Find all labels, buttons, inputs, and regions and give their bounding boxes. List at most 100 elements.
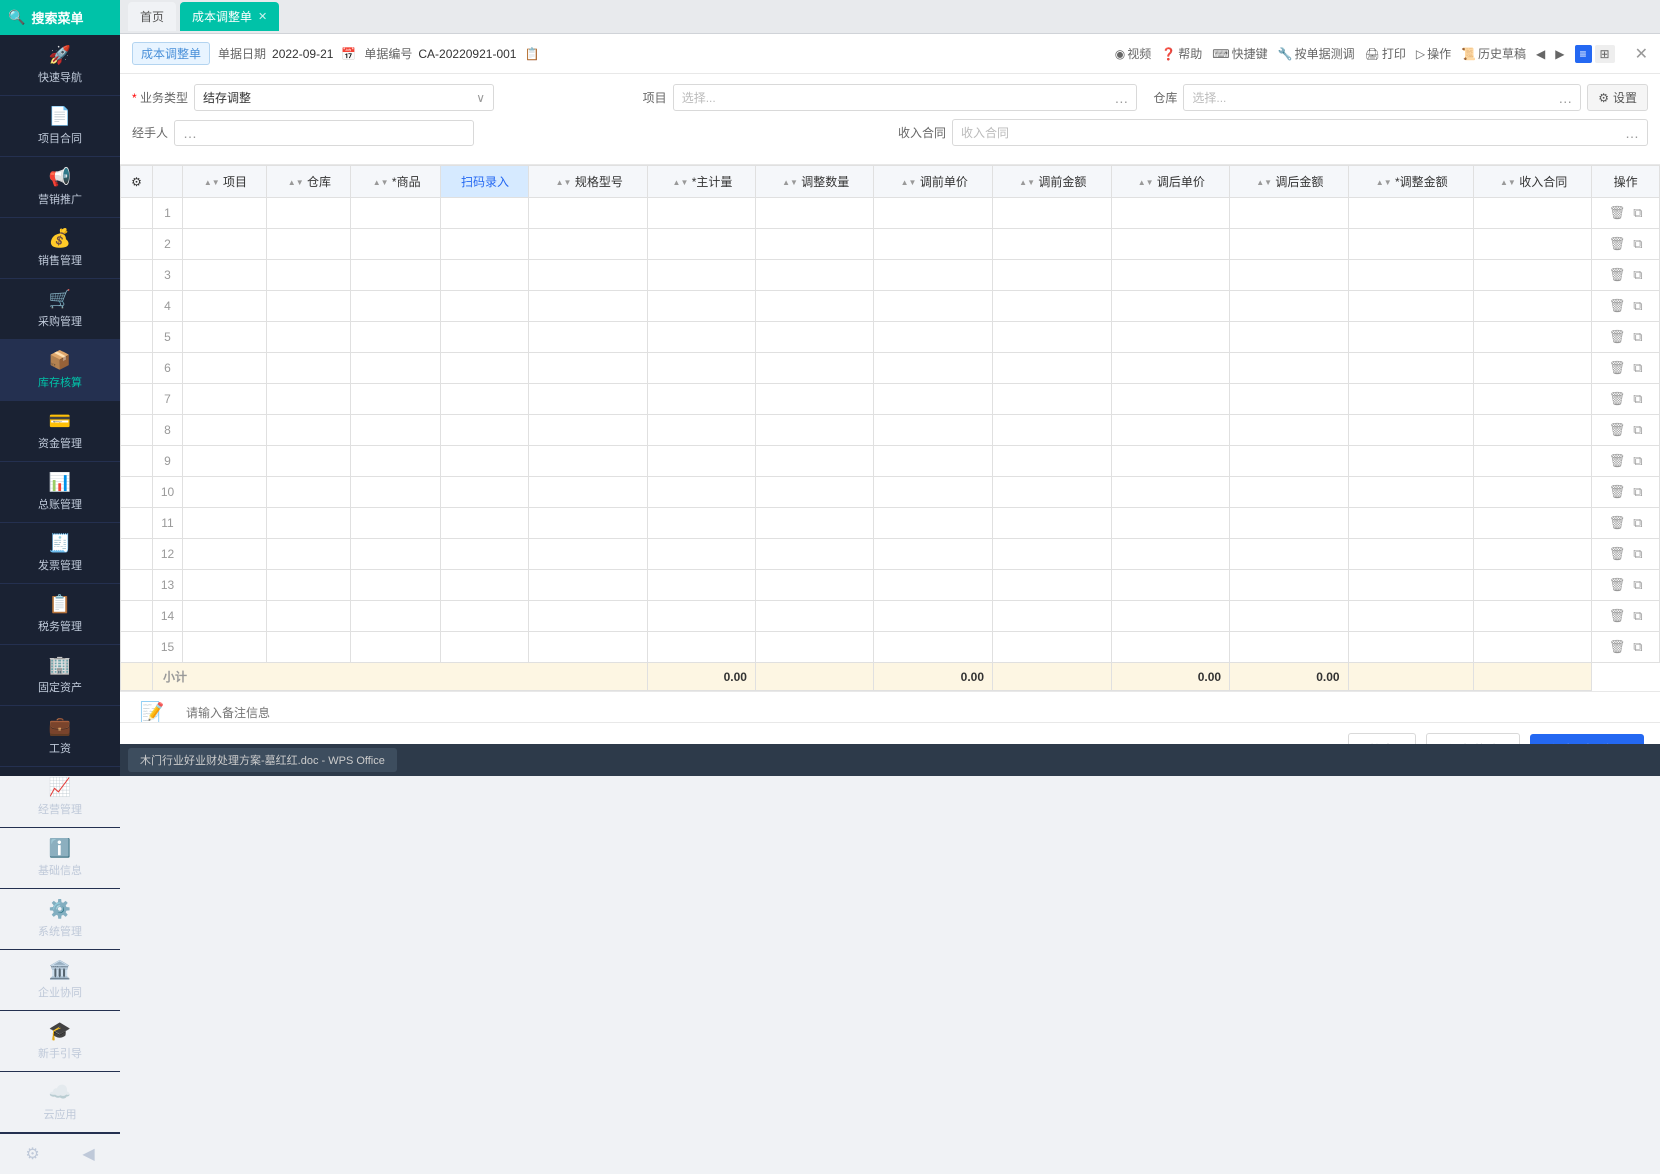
row-adjust-amount[interactable] [1348, 353, 1473, 384]
window-close-btn[interactable]: ✕ [1635, 44, 1648, 64]
row-after-amount[interactable] [1230, 229, 1349, 260]
col-adjust-qty[interactable]: ▲▼ 调整数量 [755, 166, 874, 198]
row-goods[interactable] [350, 570, 441, 601]
col-unit[interactable]: ▲▼ *主计量 [648, 166, 756, 198]
row-after-price[interactable] [1111, 291, 1230, 322]
row-income-contract[interactable] [1473, 477, 1592, 508]
row-scan[interactable] [441, 632, 529, 663]
row-income-contract[interactable] [1473, 508, 1592, 539]
row-adjust-amount[interactable] [1348, 539, 1473, 570]
row-after-price[interactable] [1111, 632, 1230, 663]
biz-type-input[interactable]: 结存调整 ∨ [194, 84, 494, 111]
sidebar-item-sys-settings[interactable]: ⚙️ 系统管理 [0, 889, 120, 950]
copy-icon[interactable]: ⧉ [1631, 575, 1644, 595]
row-after-amount[interactable] [1230, 260, 1349, 291]
row-warehouse[interactable] [266, 601, 350, 632]
row-after-price[interactable] [1111, 353, 1230, 384]
row-before-amount[interactable] [993, 570, 1112, 601]
row-after-price[interactable] [1111, 601, 1230, 632]
row-warehouse[interactable] [266, 539, 350, 570]
row-scan[interactable] [441, 539, 529, 570]
sidebar-item-capital-mgmt[interactable]: 💳 资金管理 [0, 401, 120, 462]
row-scan[interactable] [441, 353, 529, 384]
sidebar-item-enterprise[interactable]: 🏛️ 企业协同 [0, 950, 120, 1011]
row-before-price[interactable] [874, 415, 993, 446]
row-adjust-amount[interactable] [1348, 415, 1473, 446]
sidebar-item-tax-mgmt[interactable]: 📋 税务管理 [0, 584, 120, 645]
row-unit[interactable] [648, 508, 756, 539]
row-income-contract[interactable] [1473, 570, 1592, 601]
row-adjust-qty[interactable] [755, 508, 874, 539]
row-after-price[interactable] [1111, 570, 1230, 601]
row-unit[interactable] [648, 601, 756, 632]
row-project[interactable] [183, 291, 267, 322]
row-adjust-qty[interactable] [755, 260, 874, 291]
row-after-amount[interactable] [1230, 384, 1349, 415]
sidebar-item-inventory[interactable]: 📦 库存核算 [0, 340, 120, 401]
row-adjust-amount[interactable] [1348, 291, 1473, 322]
delete-icon[interactable]: 🗑 [1607, 637, 1628, 657]
row-goods[interactable] [350, 291, 441, 322]
tab-cost-adjust[interactable]: 成本调整单 ✕ [180, 2, 279, 31]
handler-input[interactable]: … [174, 120, 474, 146]
row-after-amount[interactable] [1230, 353, 1349, 384]
row-project[interactable] [183, 601, 267, 632]
row-unit[interactable] [648, 539, 756, 570]
row-after-amount[interactable] [1230, 570, 1349, 601]
row-before-price[interactable] [874, 198, 993, 229]
row-spec[interactable] [529, 632, 648, 663]
row-scan[interactable] [441, 198, 529, 229]
row-before-amount[interactable] [993, 508, 1112, 539]
row-after-amount[interactable] [1230, 632, 1349, 663]
row-scan[interactable] [441, 415, 529, 446]
row-unit[interactable] [648, 353, 756, 384]
sidebar-item-new-user[interactable]: 🎓 新手引导 [0, 1011, 120, 1072]
row-warehouse[interactable] [266, 322, 350, 353]
row-adjust-amount[interactable] [1348, 384, 1473, 415]
sidebar-item-invoice-mgmt[interactable]: 🧾 发票管理 [0, 523, 120, 584]
action-video[interactable]: ◉ 视频 [1115, 45, 1152, 62]
col-after-price[interactable]: ▲▼ 调后单价 [1111, 166, 1230, 198]
row-spec[interactable] [529, 508, 648, 539]
row-before-price[interactable] [874, 539, 993, 570]
row-project[interactable] [183, 508, 267, 539]
delete-icon[interactable]: 🗑 [1607, 358, 1628, 378]
delete-icon[interactable]: 🗑 [1607, 513, 1628, 533]
delete-icon[interactable]: 🗑 [1607, 203, 1628, 223]
row-after-amount[interactable] [1230, 322, 1349, 353]
col-project[interactable]: ▲▼ 项目 [183, 166, 267, 198]
row-project[interactable] [183, 260, 267, 291]
row-income-contract[interactable] [1473, 632, 1592, 663]
col-adjust-amount[interactable]: ▲▼ *调整金额 [1348, 166, 1473, 198]
row-income-contract[interactable] [1473, 229, 1592, 260]
col-settings[interactable]: ⚙ [121, 166, 153, 198]
row-adjust-amount[interactable] [1348, 601, 1473, 632]
row-goods[interactable] [350, 384, 441, 415]
row-income-contract[interactable] [1473, 446, 1592, 477]
row-spec[interactable] [529, 477, 648, 508]
copy-icon[interactable]: ⧉ [1631, 482, 1644, 502]
notes-input[interactable] [182, 700, 1648, 722]
row-income-contract[interactable] [1473, 601, 1592, 632]
action-help[interactable]: ❓ 帮助 [1161, 45, 1202, 62]
row-project[interactable] [183, 415, 267, 446]
sidebar-item-quick-nav[interactable]: 🚀 快速导航 [0, 35, 120, 96]
row-scan[interactable] [441, 477, 529, 508]
copy-icon[interactable]: ⧉ [1631, 451, 1644, 471]
row-spec[interactable] [529, 353, 648, 384]
row-adjust-qty[interactable] [755, 601, 874, 632]
action-print[interactable]: 🖨 打印 [1365, 45, 1406, 62]
delete-icon[interactable]: 🗑 [1607, 296, 1628, 316]
row-income-contract[interactable] [1473, 384, 1592, 415]
row-spec[interactable] [529, 570, 648, 601]
row-project[interactable] [183, 477, 267, 508]
sidebar-item-project-contract[interactable]: 📄 项目合同 [0, 96, 120, 157]
row-project[interactable] [183, 322, 267, 353]
row-warehouse[interactable] [266, 198, 350, 229]
col-after-amount[interactable]: ▲▼ 调后金额 [1230, 166, 1349, 198]
row-project[interactable] [183, 198, 267, 229]
row-before-amount[interactable] [993, 229, 1112, 260]
row-project[interactable] [183, 632, 267, 663]
col-before-price[interactable]: ▲▼ 调前单价 [874, 166, 993, 198]
row-after-price[interactable] [1111, 229, 1230, 260]
